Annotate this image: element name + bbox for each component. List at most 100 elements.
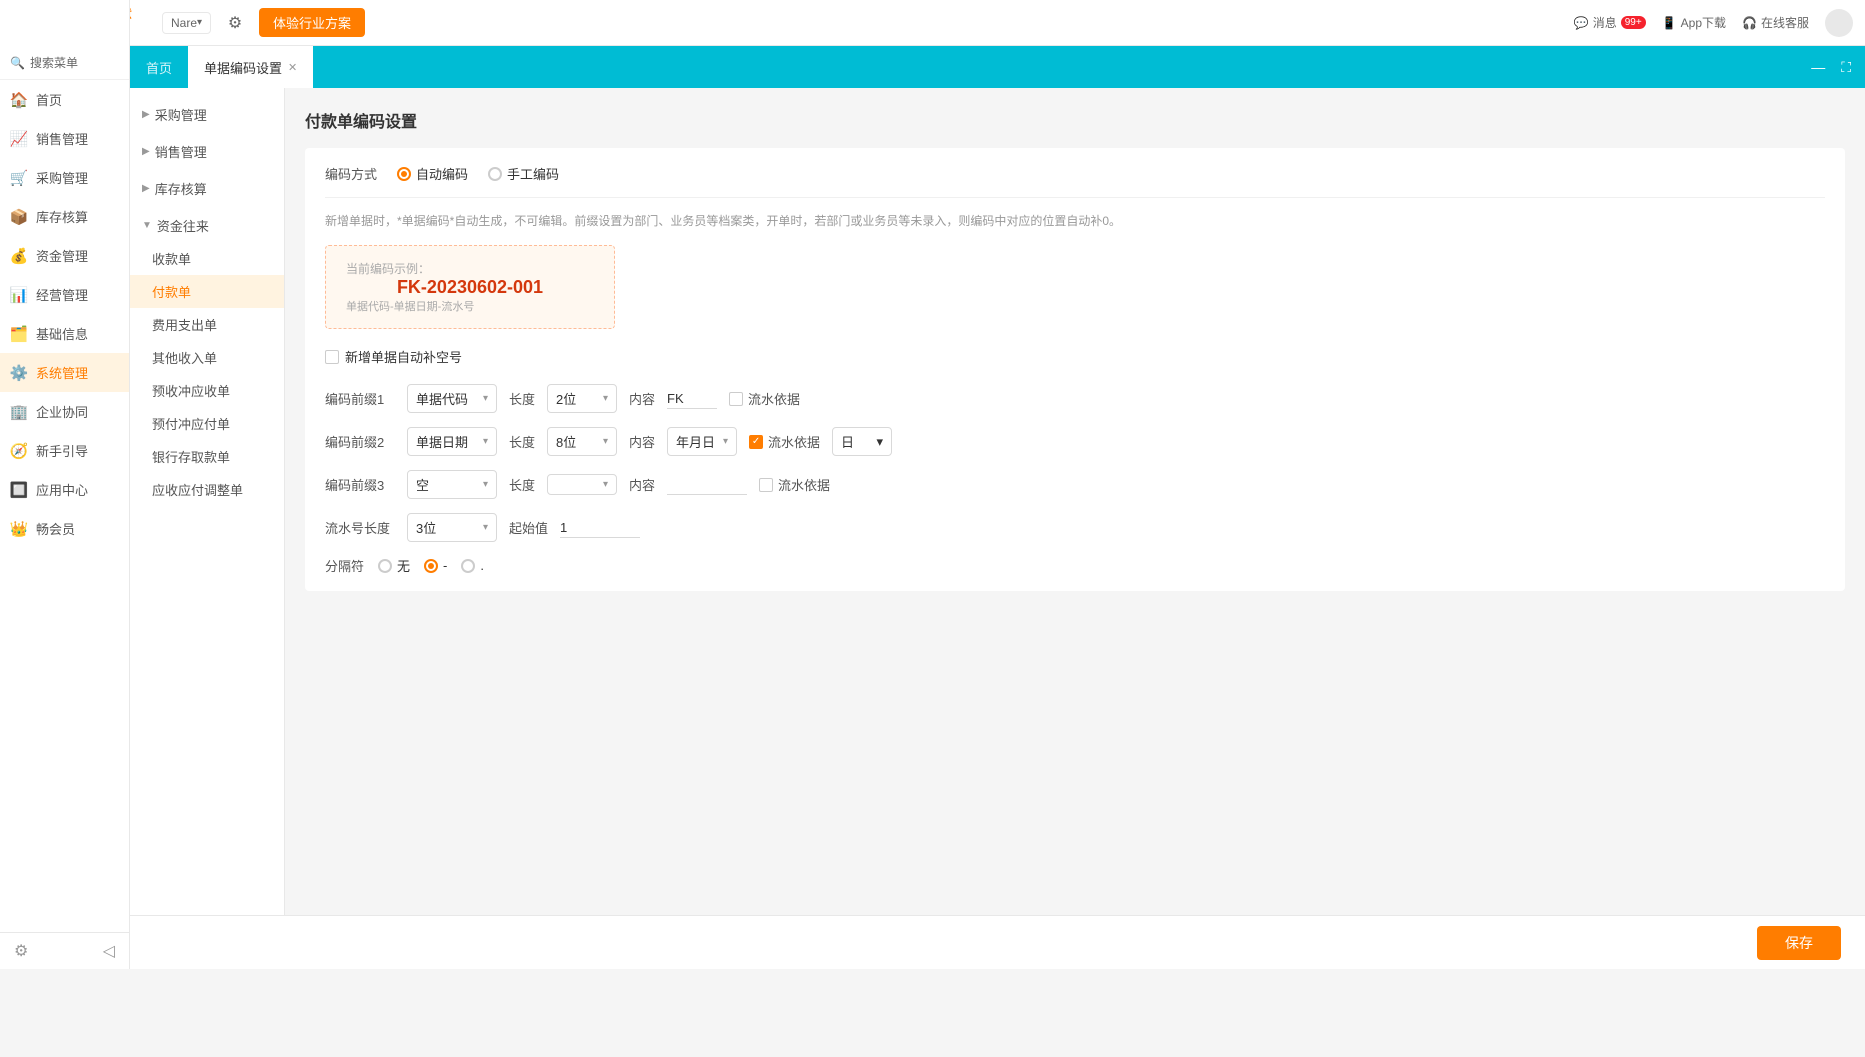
radio-manual-encode[interactable]: 手工编码 xyxy=(488,164,559,183)
top-bar-right: 💬 消息 99+ 📱 App下载 🎧 在线客服 xyxy=(1574,9,1853,37)
content-area: 付款单编码设置 编码方式 自动编码 手工编码 新增单据时，*单据编码*自动生成，… xyxy=(285,88,1865,969)
prefix2-select[interactable]: 单据日期 ▾ xyxy=(407,427,497,456)
user-avatar[interactable] xyxy=(1825,9,1853,37)
prefix3-length-chevron: ▾ xyxy=(603,479,608,490)
basics-icon: 🗂️ xyxy=(10,325,28,343)
bottom-bar: 保存 xyxy=(130,915,1865,969)
tab-encode-settings[interactable]: 单据编码设置 ✕ xyxy=(188,46,313,88)
save-button[interactable]: 保存 xyxy=(1757,926,1841,960)
home-icon: 🏠 xyxy=(10,91,28,109)
prefix3-serial-check[interactable]: 流水依据 xyxy=(759,475,830,494)
sidebar-item-sales[interactable]: 📈 销售管理 xyxy=(0,119,129,158)
serial-length-label: 流水号长度 xyxy=(325,518,395,537)
main-content: ▶ 采购管理 ▶ 销售管理 ▶ 库存核算 ▼ 资金往来 收款单 xyxy=(130,88,1865,969)
message-icon: 💬 xyxy=(1574,16,1589,30)
encoding-method-row: 编码方式 自动编码 手工编码 xyxy=(325,164,1825,198)
sidebar-item-guide[interactable]: 🧭 新手引导 xyxy=(0,431,129,470)
subnav-item-payable-adj[interactable]: 应收应付调整单 xyxy=(130,473,284,506)
config-row-prefix1: 编码前缀1 单据代码 ▾ 长度 2位 ▾ 内容 流水依据 xyxy=(325,384,1825,413)
chevron-down-icon2: ▼ xyxy=(142,220,152,231)
prefix3-select[interactable]: 空 ▾ xyxy=(407,470,497,499)
sep-none-option[interactable]: 无 xyxy=(378,556,410,575)
serial-length-select[interactable]: 3位 ▾ xyxy=(407,513,497,542)
sidebar-item-finance[interactable]: 💰 资金管理 xyxy=(0,236,129,275)
subnav-header-capital[interactable]: ▼ 资金往来 xyxy=(130,209,284,242)
radio-auto-encode[interactable]: 自动编码 xyxy=(397,164,468,183)
settings-button[interactable]: ⚙ xyxy=(221,9,249,37)
subnav-item-receipt[interactable]: 收款单 xyxy=(130,242,284,275)
prefix3-length-select[interactable]: ▾ xyxy=(547,474,617,495)
tab-actions: — ⛶ xyxy=(1805,55,1865,80)
tab-home[interactable]: 首页 xyxy=(130,46,188,88)
app-download-button[interactable]: 📱 App下载 xyxy=(1662,14,1726,31)
prefix1-serial-check[interactable]: 流水依据 xyxy=(729,389,800,408)
prefix2-length-chevron: ▾ xyxy=(603,436,608,447)
subnav-header-inventory[interactable]: ▶ 库存核算 xyxy=(130,172,284,205)
inventory-icon: 📦 xyxy=(10,208,28,226)
prefix1-select[interactable]: 单据代码 ▾ xyxy=(407,384,497,413)
prefix1-content-input[interactable] xyxy=(667,389,717,409)
auto-fill-checkbox[interactable] xyxy=(325,350,339,364)
purchase-icon: 🛒 xyxy=(10,169,28,187)
prefix2-serial-check[interactable]: ✓ 流水依据 xyxy=(749,432,820,451)
chevron-right-icon2: ▶ xyxy=(142,146,150,157)
sidebar-item-basics[interactable]: 🗂️ 基础信息 xyxy=(0,314,129,353)
sidebar-item-system[interactable]: ⚙️ 系统管理 xyxy=(0,353,129,392)
tab-maximize-icon[interactable]: ⛶ xyxy=(1835,55,1857,80)
prefix1-chevron: ▾ xyxy=(483,393,488,404)
prefix3-serial-checkbox[interactable] xyxy=(759,478,773,492)
sep-dot-option[interactable]: . xyxy=(461,558,484,573)
prefix1-serial-checkbox[interactable] xyxy=(729,392,743,406)
apps-icon: 🔲 xyxy=(10,481,28,499)
subnav-group-sales: ▶ 销售管理 xyxy=(130,135,284,168)
trial-button[interactable]: 体验行业方案 xyxy=(259,8,365,37)
prefix2-content-select[interactable]: 年月日 ▾ xyxy=(667,427,737,456)
encoding-method-label: 编码方式 xyxy=(325,164,377,183)
collapse-icon[interactable]: ◁ xyxy=(103,941,115,961)
settings-bottom-icon[interactable]: ⚙ xyxy=(14,941,28,961)
subnav-header-sales[interactable]: ▶ 销售管理 xyxy=(130,135,284,168)
subnav-group-capital: ▼ 资金往来 收款单 付款单 费用支出单 其他收入单 预收冲应收单 预付冲应付单 xyxy=(130,209,284,506)
sidebar-item-inventory[interactable]: 📦 库存核算 xyxy=(0,197,129,236)
system-icon: ⚙️ xyxy=(10,364,28,382)
subnav-header-purchase[interactable]: ▶ 采购管理 xyxy=(130,98,284,131)
preview-desc: 单据代码-单据日期-流水号 xyxy=(346,301,474,313)
prefix2-label: 编码前缀2 xyxy=(325,432,395,451)
prefix3-content-input[interactable] xyxy=(667,475,747,495)
sep-none-radio xyxy=(378,559,392,573)
prefix2-chevron: ▾ xyxy=(483,436,488,447)
operations-icon: 📊 xyxy=(10,286,28,304)
messages-button[interactable]: 💬 消息 99+ xyxy=(1574,14,1646,31)
sidebar-item-operations[interactable]: 📊 经营管理 xyxy=(0,275,129,314)
top-bar: 畅 畅捷通好生意 猎品版 Nare ▾ ⚙ 体验行业方案 💬 消息 99+ 📱 … xyxy=(0,0,1865,46)
radio-manual-encode-circle xyxy=(488,167,502,181)
search-menu-button[interactable]: 🔍 搜索菜单 xyxy=(0,46,129,80)
serial-length-chevron: ▾ xyxy=(483,522,488,533)
prefix1-length-select[interactable]: 2位 ▾ xyxy=(547,384,617,413)
subnav-item-pre-collection[interactable]: 预收冲应收单 xyxy=(130,374,284,407)
subnav-item-payment[interactable]: 付款单 xyxy=(130,275,284,308)
prefix2-serial-checkbox[interactable]: ✓ xyxy=(749,435,763,449)
prefix2-length-select[interactable]: 8位 ▾ xyxy=(547,427,617,456)
sidebar-item-home[interactable]: 🏠 首页 xyxy=(0,80,129,119)
subnav-item-pre-payment[interactable]: 预付冲应付单 xyxy=(130,407,284,440)
sidebar-item-purchase[interactable]: 🛒 采购管理 xyxy=(0,158,129,197)
tab-minimize-icon[interactable]: — xyxy=(1805,55,1831,79)
subnav-item-bank-deposit[interactable]: 银行存取款单 xyxy=(130,440,284,473)
start-value-input[interactable] xyxy=(560,518,640,538)
sub-nav: ▶ 采购管理 ▶ 销售管理 ▶ 库存核算 ▼ 资金往来 收款单 xyxy=(130,88,285,969)
tab-close-icon[interactable]: ✕ xyxy=(288,61,297,74)
separator-label: 分隔符 xyxy=(325,556,364,575)
sidebar-item-apps[interactable]: 🔲 应用中心 xyxy=(0,470,129,509)
subnav-item-other-income[interactable]: 其他收入单 xyxy=(130,341,284,374)
subnav-item-expense[interactable]: 费用支出单 xyxy=(130,308,284,341)
online-service-button[interactable]: 🎧 在线客服 xyxy=(1742,14,1809,31)
sep-dash-option[interactable]: - xyxy=(424,558,447,573)
top-bar-middle: Nare ▾ ⚙ 体验行业方案 xyxy=(142,8,1574,37)
prefix2-unit-select[interactable]: 日 ▾ xyxy=(832,427,892,456)
sidebar-item-member[interactable]: 👑 畅会员 xyxy=(0,509,129,548)
sidebar-item-enterprise[interactable]: 🏢 企业协同 xyxy=(0,392,129,431)
company-selector[interactable]: Nare ▾ xyxy=(162,12,211,34)
config-row-serial: 流水号长度 3位 ▾ 起始值 xyxy=(325,513,1825,542)
config-row-prefix2: 编码前缀2 单据日期 ▾ 长度 8位 ▾ 内容 年月日 ▾ ✓ 流水依据 xyxy=(325,427,1825,456)
